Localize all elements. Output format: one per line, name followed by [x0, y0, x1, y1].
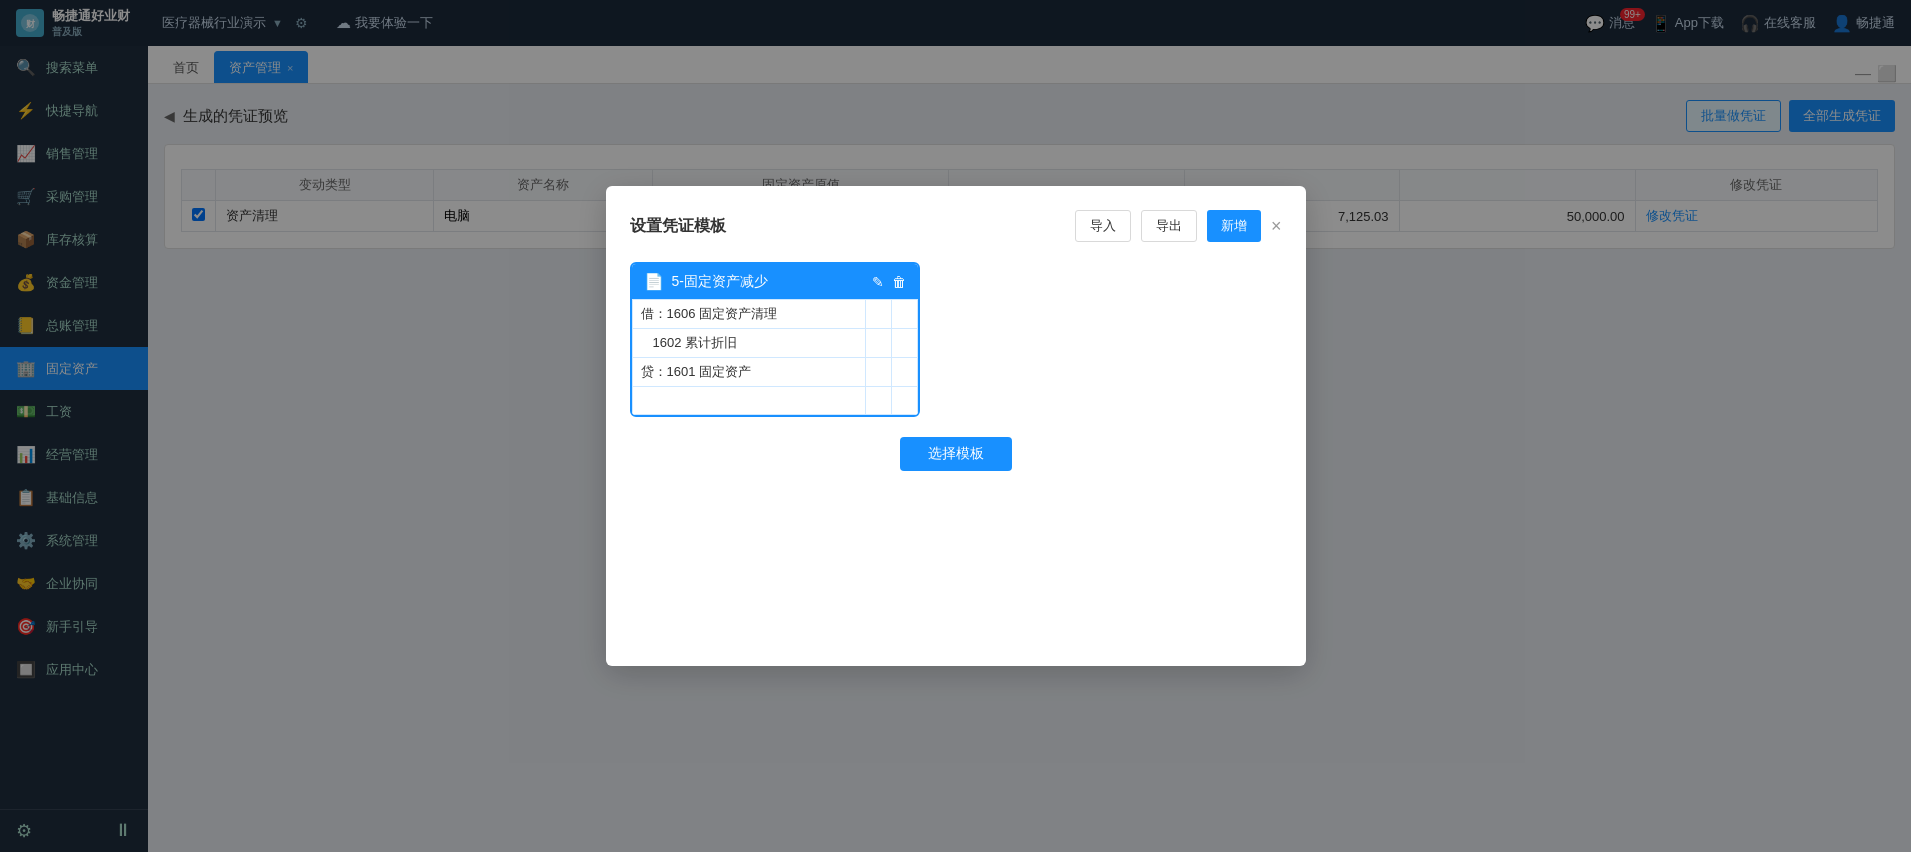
template-table: 借：1606 固定资产清理 1602 累计折旧 贷：1601 固定资产 — [632, 299, 918, 415]
template-edit-icon[interactable]: ✎ — [872, 274, 884, 290]
template-header-actions: ✎ 🗑 — [872, 274, 906, 290]
template-row-1-val2 — [891, 300, 917, 329]
template-row-3-val1 — [865, 358, 891, 387]
template-row-2-val1 — [865, 329, 891, 358]
template-row-1-label: 借：1606 固定资产清理 — [632, 300, 865, 329]
template-row-2-val2 — [891, 329, 917, 358]
template-empty-2 — [865, 387, 891, 415]
modal-close-button[interactable]: × — [1271, 217, 1282, 235]
app-layout: 财 畅捷通好业财 普及版 医疗器械行业演示 ▼ ⚙ ☁ 我要体验一下 💬 消息 … — [0, 0, 1911, 852]
new-button[interactable]: 新增 — [1207, 210, 1261, 242]
select-template-button[interactable]: 选择模板 — [900, 437, 1012, 471]
modal-header: 设置凭证模板 导入 导出 新增 × — [630, 210, 1282, 242]
template-card: 📄 5-固定资产减少 ✎ 🗑 借：1606 固定资产清理 — [630, 262, 920, 417]
template-row-3-label: 贷：1601 固定资产 — [632, 358, 865, 387]
template-row-2-label: 1602 累计折旧 — [632, 329, 865, 358]
template-delete-icon[interactable]: 🗑 — [892, 274, 906, 290]
template-empty-1 — [632, 387, 865, 415]
template-row-empty — [632, 387, 917, 415]
set-template-modal: 设置凭证模板 导入 导出 新增 × 📄 5-固定资产减少 — [606, 186, 1306, 666]
template-title: 5-固定资产减少 — [672, 273, 768, 291]
template-row-2: 1602 累计折旧 — [632, 329, 917, 358]
modal-title: 设置凭证模板 — [630, 216, 726, 237]
template-row-1: 借：1606 固定资产清理 — [632, 300, 917, 329]
template-doc-icon: 📄 — [644, 272, 664, 291]
template-header-left: 📄 5-固定资产减少 — [644, 272, 768, 291]
modal-overlay: 设置凭证模板 导入 导出 新增 × 📄 5-固定资产减少 — [0, 0, 1911, 852]
template-row-3-val2 — [891, 358, 917, 387]
modal-actions: 导入 导出 新增 — [1075, 210, 1261, 242]
template-card-header: 📄 5-固定资产减少 ✎ 🗑 — [632, 264, 918, 299]
template-empty-3 — [891, 387, 917, 415]
template-row-3: 贷：1601 固定资产 — [632, 358, 917, 387]
export-button[interactable]: 导出 — [1141, 210, 1197, 242]
template-row-1-val1 — [865, 300, 891, 329]
import-button[interactable]: 导入 — [1075, 210, 1131, 242]
modal-body: 📄 5-固定资产减少 ✎ 🗑 借：1606 固定资产清理 — [630, 262, 1282, 582]
